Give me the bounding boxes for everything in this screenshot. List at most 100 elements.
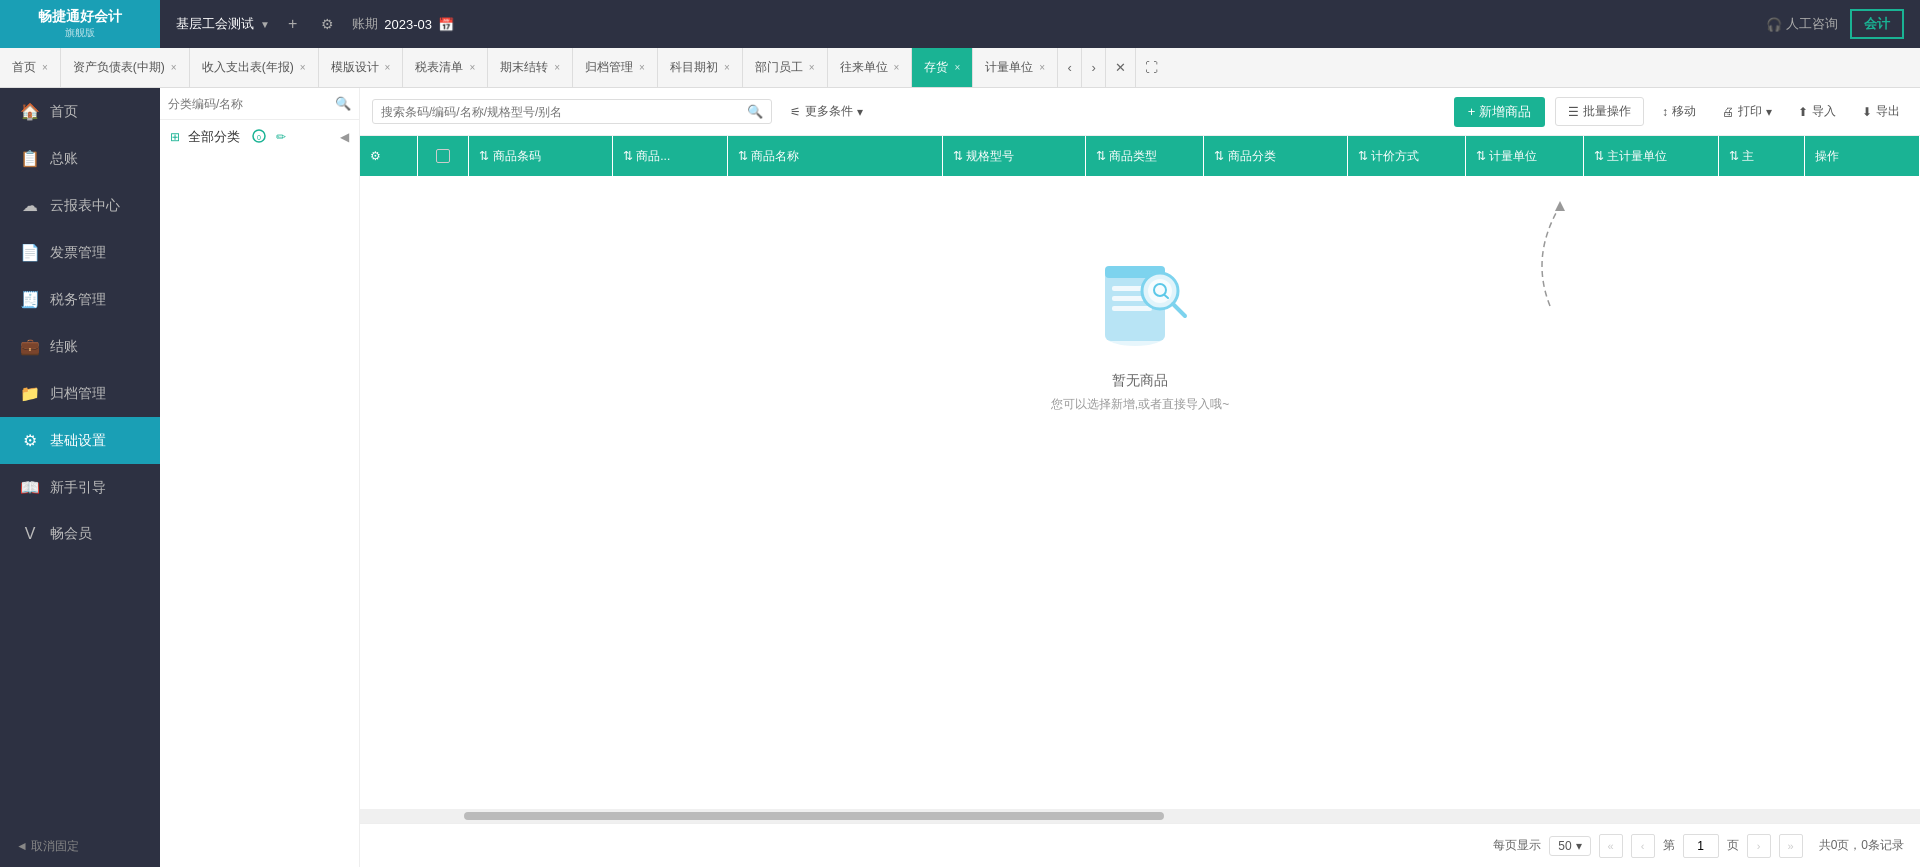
import-button[interactable]: ⬆ 导入	[1790, 98, 1844, 125]
tab-template[interactable]: 模版设计 ×	[319, 48, 404, 88]
sidebar-tax-label: 税务管理	[50, 291, 106, 309]
tab-balance-close[interactable]: ×	[171, 62, 177, 73]
prev-page-button[interactable]: ‹	[1631, 834, 1655, 858]
th-spec[interactable]: ⇅ 规格型号	[942, 136, 1085, 176]
category-search-input[interactable]	[168, 97, 329, 111]
tab-partner[interactable]: 往来单位 ×	[828, 48, 913, 88]
add-tab-button[interactable]: +	[282, 13, 303, 35]
filter-icon: ⚟	[790, 105, 801, 119]
last-page-button[interactable]: »	[1779, 834, 1803, 858]
tab-archive-close[interactable]: ×	[639, 62, 645, 73]
category-all-label[interactable]: 全部分类	[188, 128, 240, 146]
tab-balance-label: 资产负债表(中期)	[73, 59, 165, 76]
logo-title: 畅捷通好会计	[38, 8, 122, 26]
product-search-input[interactable]	[381, 105, 741, 119]
company-selector[interactable]: 基层工会测试 ▼	[176, 15, 270, 33]
export-button[interactable]: ⬇ 导出	[1854, 98, 1908, 125]
th-code[interactable]: ⇅ 商品...	[612, 136, 727, 176]
tab-next-button[interactable]: ›	[1082, 48, 1106, 88]
th-name[interactable]: ⇅ 商品名称	[727, 136, 942, 176]
account-button[interactable]: 会计	[1850, 9, 1904, 39]
horizontal-scrollbar[interactable]	[360, 809, 1920, 823]
tab-period-close[interactable]: ×	[554, 62, 560, 73]
th-main-unit-label: ⇅ 主计量单位	[1594, 149, 1667, 163]
tab-close-all-button[interactable]: ✕	[1106, 48, 1136, 88]
tab-subject[interactable]: 科目期初 ×	[658, 48, 743, 88]
page-number-input[interactable]	[1683, 834, 1719, 858]
tab-dept-close[interactable]: ×	[809, 62, 815, 73]
tab-inventory[interactable]: 存货 ×	[912, 48, 973, 88]
tab-prev-button[interactable]: ‹	[1058, 48, 1082, 88]
header-checkbox[interactable]	[436, 149, 450, 163]
sidebar-item-tax[interactable]: 🧾 税务管理	[0, 276, 160, 323]
sidebar-item-reports[interactable]: ☁ 云报表中心	[0, 182, 160, 229]
sidebar-item-home[interactable]: 🏠 首页	[0, 88, 160, 135]
per-page-select[interactable]: 50 ▾	[1549, 836, 1590, 856]
left-panel-header: ⊞ 全部分类 0 ✏ ◀	[160, 120, 359, 154]
th-type[interactable]: ⇅ 商品类型	[1086, 136, 1204, 176]
sidebar-ledger-label: 总账	[50, 150, 78, 168]
sidebar-item-ledger[interactable]: 📋 总账	[0, 135, 160, 182]
next-page-button[interactable]: ›	[1747, 834, 1771, 858]
sidebar-invoice-label: 发票管理	[50, 244, 106, 262]
edit-category-icon[interactable]: ✏	[276, 130, 286, 144]
tab-tax-close[interactable]: ×	[469, 62, 475, 73]
tab-balance[interactable]: 资产负债表(中期) ×	[61, 48, 190, 88]
header-right: 🎧 人工咨询 会计	[1766, 9, 1920, 39]
tab-partner-close[interactable]: ×	[894, 62, 900, 73]
move-button[interactable]: ↕ 移动	[1654, 98, 1704, 125]
sidebar-reports-label: 云报表中心	[50, 197, 120, 215]
per-page-label: 每页显示	[1493, 837, 1541, 854]
tab-home-close[interactable]: ×	[42, 62, 48, 73]
new-product-button[interactable]: + 新增商品	[1454, 97, 1545, 127]
category-search-icon[interactable]: 🔍	[335, 96, 351, 111]
sidebar-item-member[interactable]: V 畅会员	[0, 511, 160, 557]
sidebar-item-archive[interactable]: 📁 归档管理	[0, 370, 160, 417]
ai-consult-button[interactable]: 🎧 人工咨询	[1766, 15, 1838, 33]
sidebar-item-close[interactable]: 💼 结账	[0, 323, 160, 370]
scroll-thumb[interactable]	[464, 812, 1164, 820]
product-search-icon[interactable]: 🔍	[747, 104, 763, 119]
pagination-bar: 每页显示 50 ▾ « ‹ 第 页 ›	[360, 823, 1920, 867]
tab-inventory-close[interactable]: ×	[954, 62, 960, 73]
invoice-icon: 📄	[20, 243, 40, 262]
print-button[interactable]: 🖨 打印 ▾	[1714, 98, 1780, 125]
tab-unit[interactable]: 计量单位 ×	[973, 48, 1058, 88]
tab-bar: 首页 × 资产负债表(中期) × 收入支出表(年报) × 模版设计 × 税表清单…	[0, 48, 1920, 88]
th-col3[interactable]: ⇅ 主	[1719, 136, 1805, 176]
sidebar-item-guide[interactable]: 📖 新手引导	[0, 464, 160, 511]
tab-income[interactable]: 收入支出表(年报) ×	[190, 48, 319, 88]
th-check[interactable]	[417, 136, 469, 176]
sidebar-collapse-button[interactable]: ◄ 取消固定	[0, 826, 160, 867]
settings-icon[interactable]: ⚙	[315, 14, 340, 34]
tab-unit-close[interactable]: ×	[1039, 62, 1045, 73]
more-filter-button[interactable]: ⚟ 更多条件 ▾	[782, 99, 871, 124]
calendar-icon[interactable]: 📅	[438, 17, 454, 32]
th-price[interactable]: ⇅ 计价方式	[1347, 136, 1465, 176]
total-label: 共0页，0条记录	[1819, 837, 1904, 854]
first-page-button[interactable]: «	[1599, 834, 1623, 858]
sidebar-collapse-label: ◄ 取消固定	[16, 838, 79, 855]
tab-period[interactable]: 期末结转 ×	[488, 48, 573, 88]
th-category[interactable]: ⇅ 商品分类	[1204, 136, 1347, 176]
tab-income-close[interactable]: ×	[300, 62, 306, 73]
th-main-unit[interactable]: ⇅ 主计量单位	[1583, 136, 1718, 176]
tab-dept[interactable]: 部门员工 ×	[743, 48, 828, 88]
th-barcode[interactable]: ⇅ 商品条码	[469, 136, 612, 176]
tab-template-close[interactable]: ×	[385, 62, 391, 73]
tab-expand-button[interactable]: ⛶	[1136, 48, 1166, 88]
import-label: 导入	[1812, 103, 1836, 120]
tab-archive[interactable]: 归档管理 ×	[573, 48, 658, 88]
prev-page-icon: ‹	[1641, 840, 1645, 852]
th-gear[interactable]: ⚙	[360, 136, 417, 176]
th-unit[interactable]: ⇅ 计量单位	[1465, 136, 1583, 176]
batch-button[interactable]: ☰ 批量操作	[1555, 97, 1644, 126]
tab-subject-close[interactable]: ×	[724, 62, 730, 73]
th-ops: 操作	[1805, 136, 1920, 176]
tab-home[interactable]: 首页 ×	[0, 48, 61, 88]
sidebar-item-settings[interactable]: ⚙ 基础设置	[0, 417, 160, 464]
tab-tax[interactable]: 税表清单 ×	[403, 48, 488, 88]
tab-period-label: 期末结转	[500, 59, 548, 76]
collapse-panel-icon[interactable]: ◀	[340, 130, 349, 144]
sidebar-item-invoice[interactable]: 📄 发票管理	[0, 229, 160, 276]
